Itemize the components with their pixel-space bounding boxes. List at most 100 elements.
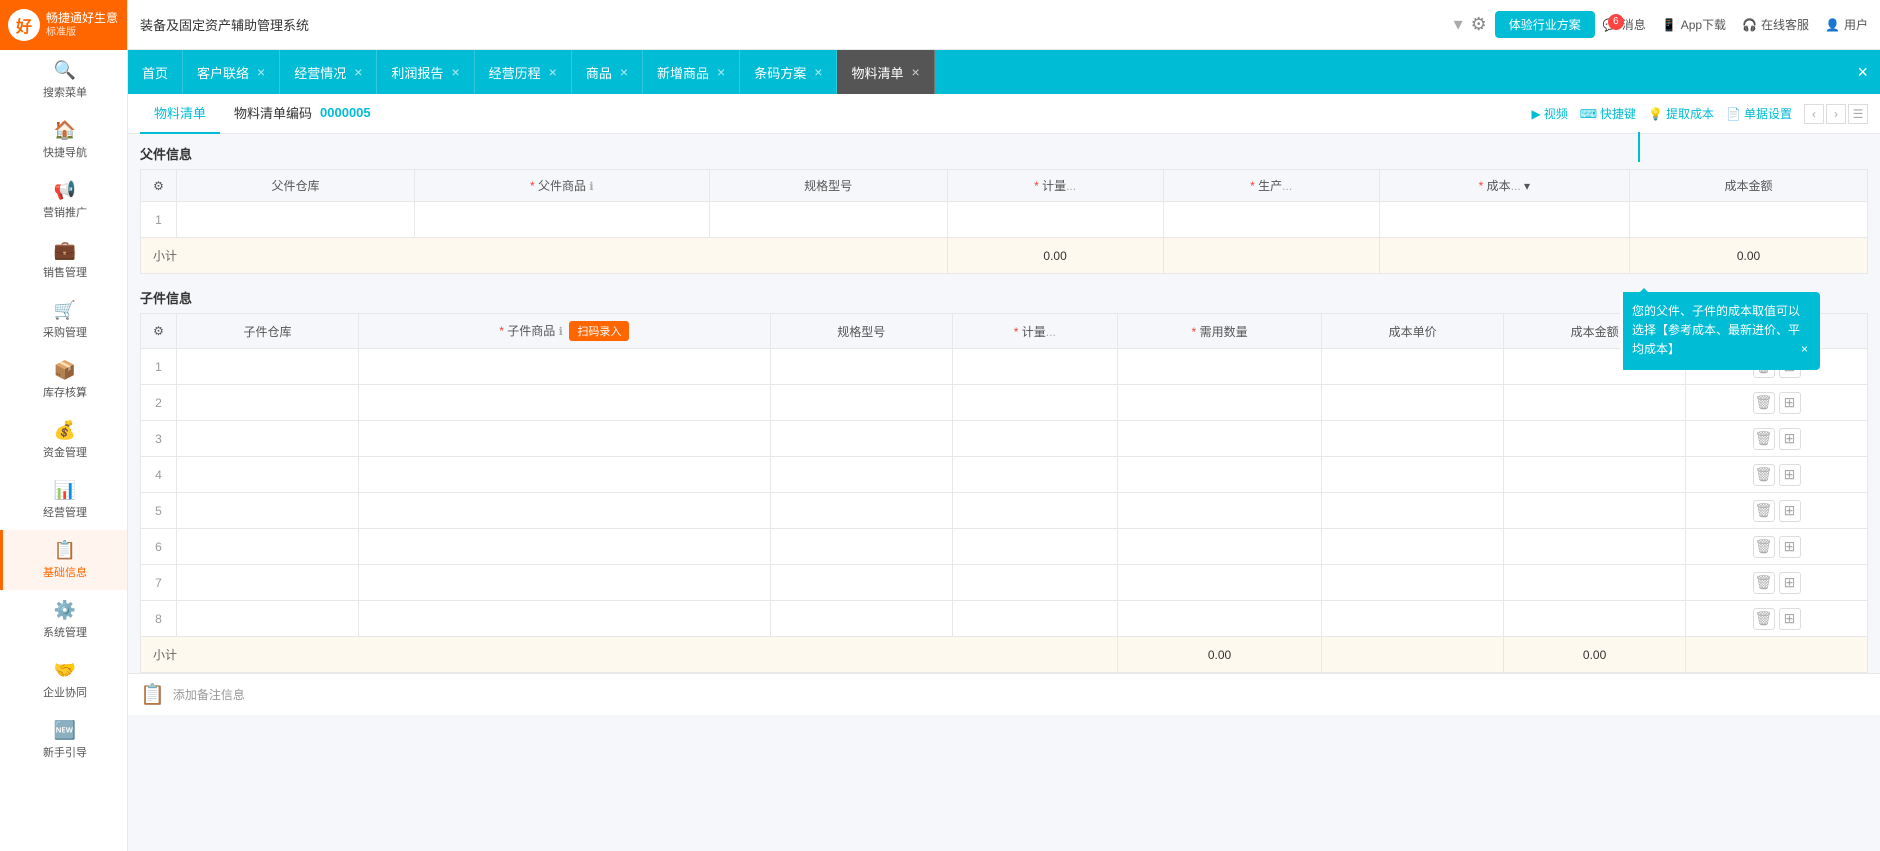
view-action[interactable]: ▶ 视频 [1531, 105, 1567, 122]
child-row-unit[interactable] [952, 565, 1117, 601]
child-row-warehouse[interactable] [177, 457, 359, 493]
tab-profit[interactable]: 利润报告× [377, 50, 474, 94]
child-row-goods[interactable] [358, 349, 770, 385]
sidebar-item-basic[interactable]: 📋基础信息 [0, 530, 127, 590]
parent-col-settings[interactable]: ⚙ [141, 170, 177, 202]
copy-icon[interactable]: ⊞ [1779, 392, 1801, 414]
parent-row-cost[interactable] [1379, 202, 1629, 238]
copy-icon[interactable]: ⊞ [1779, 464, 1801, 486]
child-row-spec[interactable] [770, 493, 952, 529]
child-row-spec[interactable] [770, 601, 952, 637]
topbar-dropdown-icon[interactable]: ▾ [1454, 14, 1463, 35]
sidebar-item-purchase[interactable]: 🛒采购管理 [0, 290, 127, 350]
tab-close-customer[interactable]: × [257, 64, 265, 80]
child-row-spec[interactable] [770, 421, 952, 457]
tab-close-goods[interactable]: × [620, 64, 628, 80]
tab-close-new-goods[interactable]: × [717, 64, 725, 80]
copy-icon[interactable]: ⊞ [1779, 536, 1801, 558]
tooltip-close-btn[interactable]: × [1801, 340, 1808, 359]
child-row-spec[interactable] [770, 457, 952, 493]
add-note-icon[interactable]: 📋 [140, 682, 165, 707]
copy-icon[interactable]: ⊞ [1779, 428, 1801, 450]
child-row-warehouse[interactable] [177, 385, 359, 421]
parent-row-goods[interactable] [414, 202, 709, 238]
online-service-item[interactable]: 🎧 在线客服 [1742, 16, 1809, 33]
sidebar-item-sales[interactable]: 💼销售管理 [0, 230, 127, 290]
child-row-warehouse[interactable] [177, 565, 359, 601]
tab-operations[interactable]: 经营情况× [280, 50, 377, 94]
child-row-unit[interactable] [952, 421, 1117, 457]
child-row-goods[interactable] [358, 385, 770, 421]
tab-history[interactable]: 经营历程× [475, 50, 572, 94]
tab-barcode[interactable]: 条码方案× [740, 50, 837, 94]
next-arrow[interactable]: › [1826, 104, 1846, 124]
tab-goods[interactable]: 商品× [572, 50, 643, 94]
copy-icon[interactable]: ⊞ [1779, 608, 1801, 630]
child-row-unit[interactable] [952, 493, 1117, 529]
child-row-spec[interactable] [770, 385, 952, 421]
tab-close-profit[interactable]: × [451, 64, 459, 80]
user-item[interactable]: 👤 用户 [1825, 16, 1868, 33]
child-row-unit[interactable] [952, 385, 1117, 421]
sidebar-item-marketing[interactable]: 📢营销推广 [0, 170, 127, 230]
sidebar-item-system[interactable]: ⚙️系统管理 [0, 590, 127, 650]
child-row-warehouse[interactable] [177, 421, 359, 457]
child-row-goods[interactable] [358, 493, 770, 529]
child-row-unit[interactable] [952, 349, 1117, 385]
child-row-required-qty[interactable] [1117, 421, 1321, 457]
sidebar-item-quick-nav[interactable]: 🏠快捷导航 [0, 110, 127, 170]
sidebar-item-operation[interactable]: 📊经营管理 [0, 470, 127, 530]
sidebar-item-search[interactable]: 🔍搜索菜单 [0, 50, 127, 110]
copy-icon[interactable]: ⊞ [1779, 572, 1801, 594]
child-row-unit[interactable] [952, 601, 1117, 637]
sidebar-item-finance[interactable]: 💰资金管理 [0, 410, 127, 470]
parent-row-spec[interactable] [709, 202, 947, 238]
delete-icon[interactable]: 🗑 [1753, 464, 1775, 486]
prev-arrow[interactable]: ‹ [1804, 104, 1824, 124]
child-row-unit[interactable] [952, 529, 1117, 565]
delete-icon[interactable]: 🗑 [1753, 500, 1775, 522]
child-row-required-qty[interactable] [1117, 349, 1321, 385]
child-row-required-qty[interactable] [1117, 601, 1321, 637]
delete-icon[interactable]: 🗑 [1753, 392, 1775, 414]
sidebar-item-inventory[interactable]: 📦库存核算 [0, 350, 127, 410]
child-row-spec[interactable] [770, 349, 952, 385]
child-row-warehouse[interactable] [177, 349, 359, 385]
child-row-required-qty[interactable] [1117, 493, 1321, 529]
child-row-unit[interactable] [952, 457, 1117, 493]
tab-close-operations[interactable]: × [354, 64, 362, 80]
child-col-settings[interactable]: ⚙ [141, 314, 177, 349]
tab-bom[interactable]: 物料清单× [837, 50, 934, 94]
app-download-item[interactable]: 📱 App下载 [1662, 16, 1726, 33]
child-row-required-qty[interactable] [1117, 457, 1321, 493]
child-row-goods[interactable] [358, 457, 770, 493]
close-all-tabs-icon[interactable]: × [1845, 62, 1880, 83]
tab-home[interactable]: 首页 [128, 50, 183, 94]
menu-arrow[interactable]: ☰ [1848, 104, 1868, 124]
single-settings-action[interactable]: 📄 单据设置 [1726, 105, 1792, 122]
scan-button[interactable]: 扫码录入 [569, 321, 629, 341]
tab-close-barcode[interactable]: × [814, 64, 822, 80]
child-row-required-qty[interactable] [1117, 385, 1321, 421]
child-row-required-qty[interactable] [1117, 565, 1321, 601]
delete-icon[interactable]: 🗑 [1753, 428, 1775, 450]
child-row-goods[interactable] [358, 601, 770, 637]
parent-row-unit[interactable] [947, 202, 1163, 238]
extract-cost-action[interactable]: 💡 提取成本 [1648, 105, 1714, 122]
child-row-goods[interactable] [358, 421, 770, 457]
sidebar-item-enterprise[interactable]: 🤝企业协同 [0, 650, 127, 710]
shortcut-action[interactable]: ⌨ 快捷键 [1580, 105, 1636, 122]
tab-close-bom[interactable]: × [911, 64, 919, 80]
child-row-warehouse[interactable] [177, 601, 359, 637]
child-row-spec[interactable] [770, 529, 952, 565]
delete-icon[interactable]: 🗑 [1753, 536, 1775, 558]
message-item[interactable]: 💬 6 消息 [1603, 16, 1646, 33]
child-row-required-qty[interactable] [1117, 529, 1321, 565]
delete-icon[interactable]: 🗑 [1753, 608, 1775, 630]
subtab-bom-list[interactable]: 物料清单 [140, 94, 220, 134]
trial-button[interactable]: 体验行业方案 [1495, 11, 1595, 38]
tab-customer[interactable]: 客户联络× [183, 50, 280, 94]
settings-icon[interactable]: ⚙ [1471, 14, 1487, 35]
child-row-goods[interactable] [358, 529, 770, 565]
delete-icon[interactable]: 🗑 [1753, 572, 1775, 594]
